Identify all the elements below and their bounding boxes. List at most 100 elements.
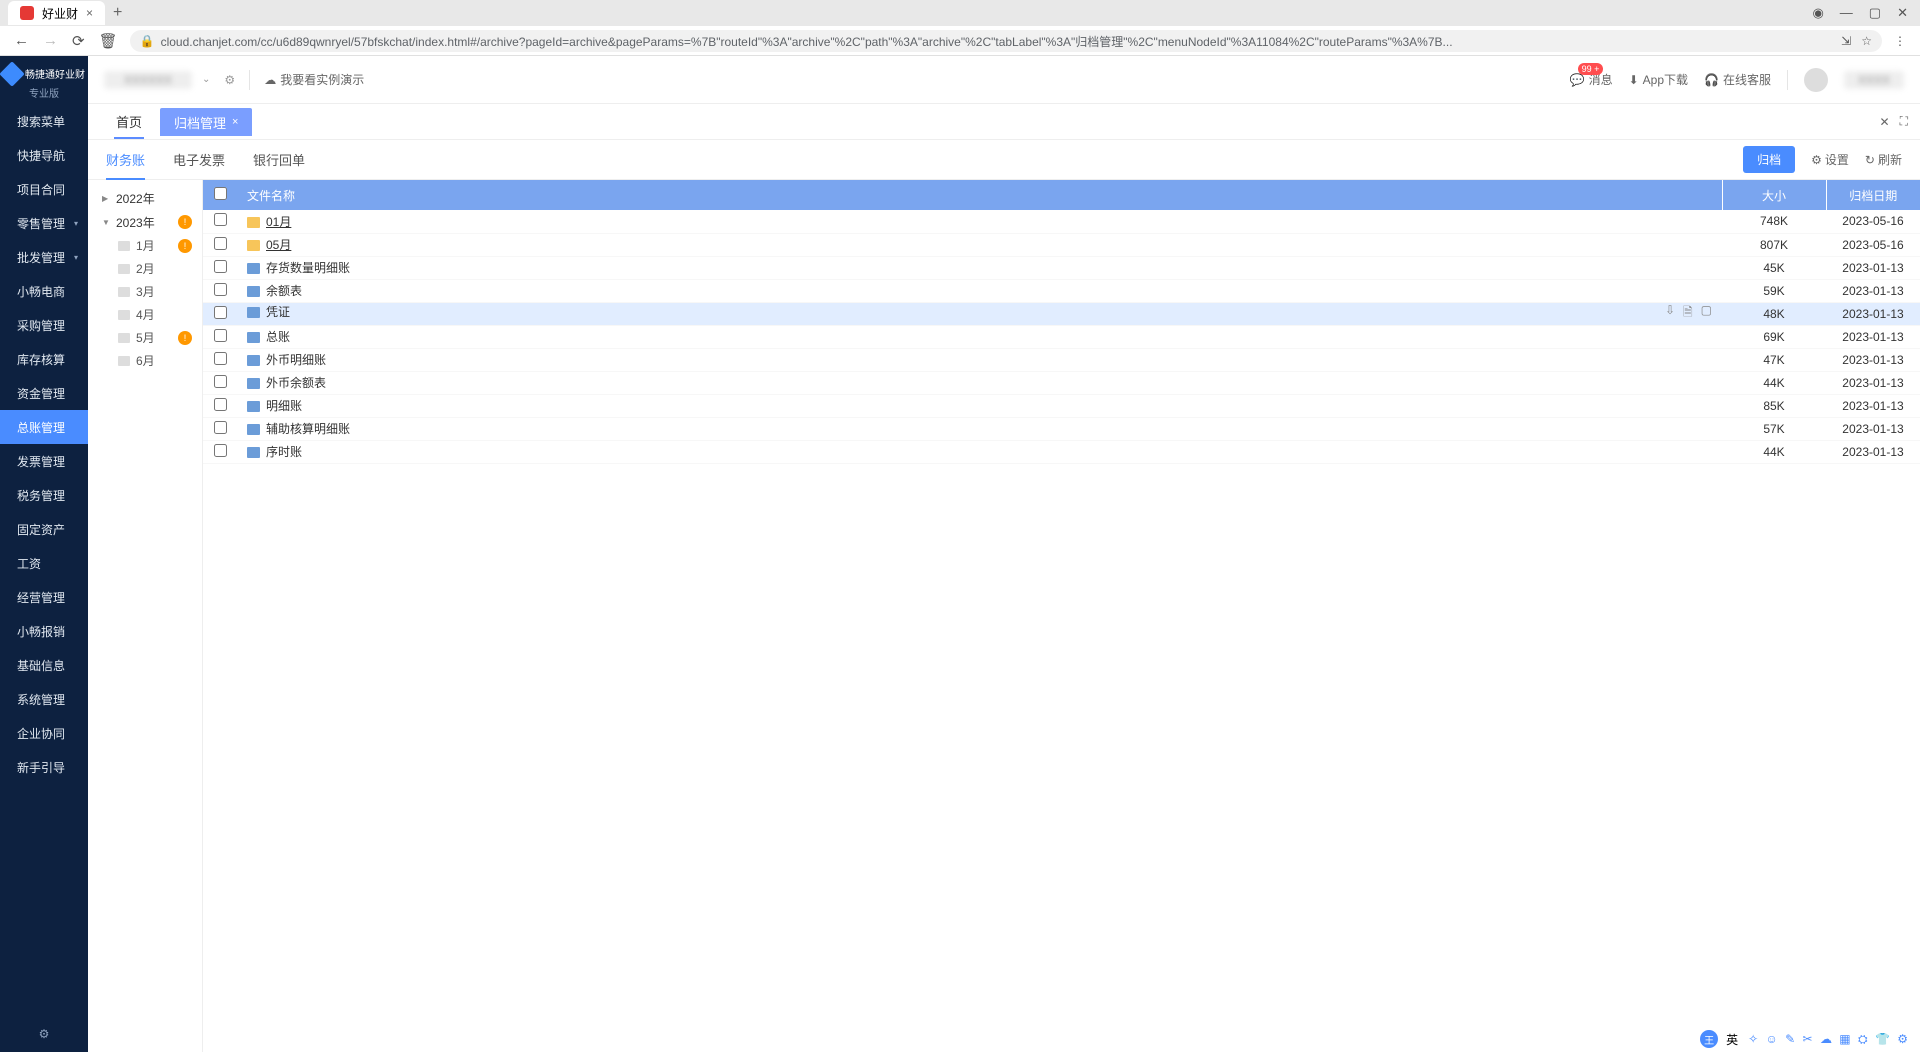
reload-icon[interactable]: ⟳: [72, 32, 85, 50]
ime-i6-icon[interactable]: ▦: [1839, 1032, 1850, 1046]
sidebar-item-18[interactable]: 企业协同: [0, 716, 88, 750]
maximize-icon[interactable]: ▢: [1869, 5, 1881, 21]
back-icon[interactable]: ←: [14, 32, 29, 50]
row-checkbox[interactable]: [203, 348, 237, 371]
org-selector[interactable]: XXXXXX ⌄: [104, 71, 210, 89]
file-link[interactable]: 05月: [266, 238, 291, 252]
sidebar-item-5[interactable]: 小畅电商: [0, 274, 88, 308]
close-tab-icon[interactable]: ×: [86, 6, 93, 20]
table-row[interactable]: 凭证⇩🗎▢48K2023-01-13: [203, 302, 1920, 325]
ime-circle-icon[interactable]: 王: [1700, 1030, 1718, 1048]
tree-month-5[interactable]: 6月: [88, 349, 202, 372]
sidebar-item-4[interactable]: 批发管理▾: [0, 240, 88, 274]
sidebar-item-12[interactable]: 固定资产: [0, 512, 88, 546]
sidebar-item-15[interactable]: 小畅报销: [0, 614, 88, 648]
ime-i1-icon[interactable]: ✧: [1748, 1032, 1758, 1046]
sidebar-item-17[interactable]: 系统管理: [0, 682, 88, 716]
star-icon[interactable]: ☆: [1861, 34, 1872, 48]
table-row[interactable]: 外币余额表44K2023-01-13: [203, 371, 1920, 394]
install-icon[interactable]: ⇲: [1841, 34, 1851, 48]
browser-tab[interactable]: 好业财 ×: [8, 1, 105, 25]
table-row[interactable]: 辅助核算明细账57K2023-01-13: [203, 417, 1920, 440]
row-checkbox[interactable]: [203, 233, 237, 256]
ime-i3-icon[interactable]: ✎: [1785, 1032, 1795, 1046]
sidebar-item-14[interactable]: 经营管理: [0, 580, 88, 614]
close-window-icon[interactable]: ✕: [1897, 5, 1908, 21]
sidebar-item-0[interactable]: 搜索菜单: [0, 104, 88, 138]
table-row[interactable]: 01月748K2023-05-16: [203, 210, 1920, 233]
ime-i9-icon[interactable]: ⚙: [1897, 1032, 1908, 1046]
sidebar-item-1[interactable]: 快捷导航: [0, 138, 88, 172]
tree-month-3[interactable]: 4月: [88, 303, 202, 326]
table-row[interactable]: 05月807K2023-05-16: [203, 233, 1920, 256]
row-checkbox[interactable]: [203, 371, 237, 394]
row-checkbox[interactable]: [203, 440, 237, 463]
account-icon[interactable]: ◉: [1812, 5, 1823, 21]
service-button[interactable]: 🎧 在线客服: [1704, 71, 1771, 88]
subtab-finance[interactable]: 财务账: [106, 140, 145, 179]
expand-icon[interactable]: ⛶: [1900, 114, 1908, 129]
sidebar-item-7[interactable]: 库存核算: [0, 342, 88, 376]
sidebar-item-2[interactable]: 项目合同: [0, 172, 88, 206]
tree-month-0[interactable]: 1月!: [88, 234, 202, 257]
action2-icon[interactable]: 🗎: [1683, 303, 1693, 324]
url-input[interactable]: 🔒 cloud.chanjet.com/cc/u6d89qwnryel/57bf…: [130, 30, 1882, 52]
close-all-icon[interactable]: ✕: [1880, 115, 1890, 129]
sidebar-item-8[interactable]: 资金管理: [0, 376, 88, 410]
row-checkbox[interactable]: [203, 210, 237, 233]
action3-icon[interactable]: ▢: [1701, 303, 1712, 324]
ime-i4-icon[interactable]: ✂: [1803, 1032, 1813, 1046]
sidebar-item-16[interactable]: 基础信息: [0, 648, 88, 682]
row-checkbox[interactable]: [203, 279, 237, 302]
ime-i5-icon[interactable]: ☁: [1820, 1032, 1832, 1046]
table-row[interactable]: 总账69K2023-01-13: [203, 325, 1920, 348]
ime-lang[interactable]: 英: [1726, 1031, 1738, 1048]
table-row[interactable]: 序时账44K2023-01-13: [203, 440, 1920, 463]
header-checkbox[interactable]: [203, 180, 237, 210]
tree-year-2023[interactable]: ▼ 2023年 !: [88, 210, 202, 234]
sidebar-item-3[interactable]: 零售管理▾: [0, 206, 88, 240]
settings-link[interactable]: ⚙设置: [1811, 151, 1849, 168]
tab-home[interactable]: 首页: [102, 104, 156, 139]
settings-gear-icon[interactable]: ⚙: [0, 1016, 88, 1052]
refresh-link[interactable]: ↻刷新: [1865, 151, 1902, 168]
tree-month-1[interactable]: 2月: [88, 257, 202, 280]
table-row[interactable]: 外币明细账47K2023-01-13: [203, 348, 1920, 371]
table-row[interactable]: 余额表59K2023-01-13: [203, 279, 1920, 302]
sidebar-item-10[interactable]: 发票管理: [0, 444, 88, 478]
tree-month-2[interactable]: 3月: [88, 280, 202, 303]
forward-icon[interactable]: →: [43, 32, 58, 50]
org-gear-icon[interactable]: ⚙: [224, 73, 235, 87]
minimize-icon[interactable]: —: [1840, 5, 1853, 21]
ime-i2-icon[interactable]: ☺: [1766, 1032, 1778, 1046]
menu-icon[interactable]: ⋮: [1894, 34, 1906, 48]
tab-archive[interactable]: 归档管理 ×: [160, 108, 252, 136]
ime-i8-icon[interactable]: 👕: [1875, 1032, 1890, 1046]
sidebar-item-19[interactable]: 新手引导: [0, 750, 88, 784]
action1-icon[interactable]: ⇩: [1665, 303, 1675, 324]
tree-year-2022[interactable]: ▶ 2022年: [88, 186, 202, 210]
avatar[interactable]: [1804, 68, 1828, 92]
sidebar-item-6[interactable]: 采购管理: [0, 308, 88, 342]
trash-icon[interactable]: 🗑: [99, 32, 118, 50]
subtab-bankslip[interactable]: 银行回单: [253, 140, 305, 179]
close-icon[interactable]: ×: [232, 116, 238, 128]
row-checkbox[interactable]: [203, 302, 237, 325]
table-row[interactable]: 存货数量明细账45K2023-01-13: [203, 256, 1920, 279]
new-tab-button[interactable]: +: [113, 4, 122, 22]
archive-button[interactable]: 归档: [1743, 146, 1795, 173]
demo-link[interactable]: ☁ 我要看实例演示: [264, 71, 364, 88]
download-button[interactable]: ⬇ App下载: [1629, 71, 1688, 88]
table-row[interactable]: 明细账85K2023-01-13: [203, 394, 1920, 417]
row-checkbox[interactable]: [203, 394, 237, 417]
tree-month-4[interactable]: 5月!: [88, 326, 202, 349]
row-checkbox[interactable]: [203, 417, 237, 440]
row-checkbox[interactable]: [203, 325, 237, 348]
sidebar-item-13[interactable]: 工资: [0, 546, 88, 580]
subtab-einvoice[interactable]: 电子发票: [173, 140, 225, 179]
sidebar-item-9[interactable]: 总账管理: [0, 410, 88, 444]
file-link[interactable]: 01月: [266, 215, 291, 229]
sidebar-item-11[interactable]: 税务管理: [0, 478, 88, 512]
ime-i7-icon[interactable]: ⛭: [1858, 1032, 1868, 1046]
messages-button[interactable]: 💬 99 + 消息: [1570, 71, 1613, 88]
